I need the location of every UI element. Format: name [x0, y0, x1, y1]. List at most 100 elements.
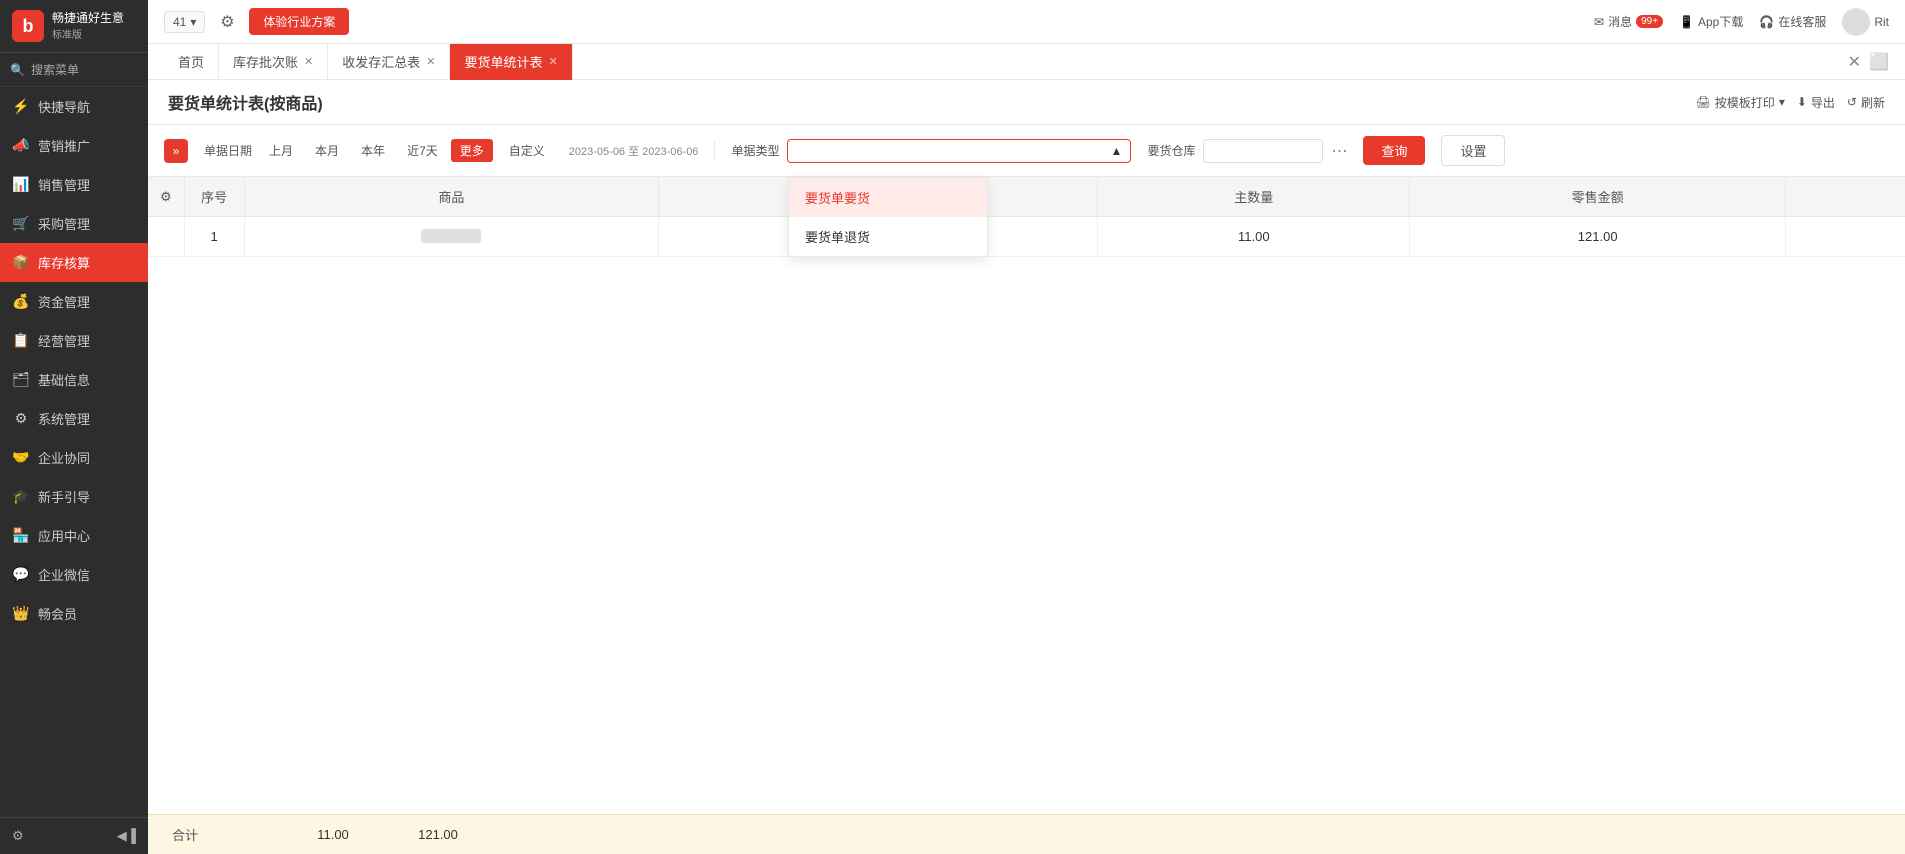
- sidebar-item-sales[interactable]: 📊 销售管理: [0, 165, 148, 204]
- col-settings[interactable]: ⚙: [148, 177, 184, 217]
- basic-icon: 🗂: [12, 371, 30, 388]
- refresh-button[interactable]: ↺ 刷新: [1847, 94, 1885, 111]
- app-download-button[interactable]: 📱 App下载: [1679, 13, 1743, 30]
- sidebar-item-member[interactable]: 👑 畅会员: [0, 594, 148, 633]
- print-button[interactable]: 🖨 按模板打印 ▾: [1696, 94, 1785, 111]
- sidebar-item-system[interactable]: ⚙ 系统管理: [0, 399, 148, 438]
- date-filter-group: 单据日期 上月 本月 本年 近7天 更多 自定义 2023-05-06 至 20…: [204, 139, 698, 162]
- purchase-icon: 🛒: [12, 215, 30, 232]
- industry-button[interactable]: 体验行业方案: [249, 8, 349, 35]
- filter-expand-button[interactable]: »: [164, 139, 188, 163]
- dropdown-item-order-goods[interactable]: 要货单要货: [789, 178, 987, 217]
- tab-order-summary-close[interactable]: ✕: [549, 55, 558, 68]
- date-quick-buttons: 上月 本月 本年 近7天 更多: [260, 139, 493, 162]
- member-icon: 👑: [12, 605, 30, 622]
- sidebar: b 畅捷通好生意 标准版 🔍 搜索菜单 ⚡ 快捷导航 📣 营销推广 📊 销售管理…: [0, 0, 148, 854]
- print-label: 按模板打印: [1715, 94, 1775, 111]
- footer-label: 合计: [160, 825, 258, 844]
- sidebar-item-inventory[interactable]: 📦 库存核算: [0, 243, 148, 282]
- page-header: 要货单统计表(按商品) 🖨 按模板打印 ▾ ⬇ 导出 ↺ 刷新: [148, 80, 1905, 125]
- row-settings-cell: [148, 217, 184, 257]
- tab-receivable-summary[interactable]: 收发存汇总表 ✕: [328, 44, 450, 80]
- sidebar-item-enterprise[interactable]: 🤝 企业协同: [0, 438, 148, 477]
- date-last-month-btn[interactable]: 上月: [260, 139, 302, 162]
- tab-receivable-summary-close[interactable]: ✕: [426, 55, 435, 68]
- sidebar-item-label: 系统管理: [38, 409, 90, 428]
- search-icon: 🔍: [10, 63, 25, 77]
- quick-nav-icon: ⚡: [12, 98, 30, 115]
- sidebar-item-label: 应用中心: [38, 526, 90, 545]
- sidebar-item-finance[interactable]: 💰 资金管理: [0, 282, 148, 321]
- tab-order-summary[interactable]: 要货单统计表 ✕: [450, 44, 572, 80]
- query-button[interactable]: 查询: [1363, 136, 1425, 165]
- date-custom-button[interactable]: 自定义: [501, 140, 553, 161]
- sidebar-item-guide[interactable]: 🎓 新手引导: [0, 477, 148, 516]
- date-last-7days-btn[interactable]: 近7天: [398, 139, 447, 162]
- more-filters-button[interactable]: ⋯: [1331, 141, 1347, 161]
- app-version: 标准版: [52, 26, 124, 41]
- tab-home[interactable]: 首页: [164, 44, 219, 80]
- type-select[interactable]: ▲: [787, 139, 1131, 163]
- sidebar-item-appstore[interactable]: 🏪 应用中心: [0, 516, 148, 555]
- sidebar-item-operations[interactable]: 📋 经营管理: [0, 321, 148, 360]
- sidebar-search[interactable]: 🔍 搜索菜单: [0, 53, 148, 87]
- messages-badge: 99+: [1636, 15, 1663, 28]
- operations-icon: 📋: [12, 332, 30, 349]
- tab-inventory-batch[interactable]: 库存批次账 ✕: [219, 44, 328, 80]
- dropdown-item-order-return[interactable]: 要货单退货: [789, 217, 987, 256]
- row-index-cell: 1: [184, 217, 244, 257]
- warehouse-input[interactable]: [1203, 139, 1323, 163]
- collapse-button[interactable]: ◀▐: [117, 828, 136, 844]
- user-name: Rit: [1874, 15, 1889, 29]
- sidebar-item-label: 营销推广: [38, 136, 90, 155]
- tab-inventory-batch-close[interactable]: ✕: [304, 55, 313, 68]
- enterprise-icon: 🤝: [12, 449, 30, 466]
- page-title: 要货单统计表(按商品): [168, 90, 323, 114]
- col-extra: [1785, 177, 1905, 217]
- online-service-button[interactable]: 🎧 在线客服: [1759, 13, 1826, 30]
- export-button[interactable]: ⬇ 导出: [1797, 94, 1835, 111]
- top-bar-left: 41 ▾ ⚙ 体验行业方案: [164, 8, 1582, 36]
- export-label: 导出: [1811, 94, 1835, 111]
- gear-icon: ⚙: [220, 12, 234, 32]
- top-bar-right: ✉ 消息 99+ 📱 App下载 🎧 在线客服 Rit: [1594, 8, 1889, 36]
- sidebar-item-label: 库存核算: [38, 253, 90, 272]
- tab-receivable-summary-label: 收发存汇总表: [342, 52, 420, 71]
- tab-close-all-icon[interactable]: ✕: [1848, 52, 1861, 72]
- tab-maximize-icon[interactable]: ⬜: [1869, 52, 1889, 72]
- company-selector[interactable]: 41 ▾: [164, 11, 205, 33]
- row-goods-cell: [244, 217, 659, 257]
- chevron-up-icon: ▲: [1111, 144, 1123, 158]
- date-filter-label: 单据日期: [204, 142, 252, 159]
- wechat-icon: 💬: [12, 566, 30, 583]
- refresh-label: 刷新: [1861, 94, 1885, 111]
- filter-settings-button[interactable]: 设置: [1441, 135, 1505, 166]
- table-row: 1 块 11.00 121.00: [148, 217, 1905, 257]
- appstore-icon: 🏪: [12, 527, 30, 544]
- date-range-text: 2023-05-06 至 2023-06-06: [569, 143, 699, 159]
- top-bar: 41 ▾ ⚙ 体验行业方案 ✉ 消息 99+ 📱 App下载 🎧 在线客服: [148, 0, 1905, 44]
- messages-button[interactable]: ✉ 消息 99+: [1594, 13, 1663, 30]
- warehouse-filter-group: 要货仓库 ⋯: [1147, 139, 1347, 163]
- col-quantity: 主数量: [1098, 177, 1410, 217]
- user-profile[interactable]: Rit: [1842, 8, 1889, 36]
- row-quantity-cell: 11.00: [1098, 217, 1410, 257]
- date-this-month-btn[interactable]: 本月: [306, 139, 348, 162]
- app-download-label: App下载: [1698, 13, 1743, 30]
- sidebar-item-label: 企业微信: [38, 565, 90, 584]
- phone-icon: 📱: [1679, 15, 1694, 29]
- date-this-year-btn[interactable]: 本年: [352, 139, 394, 162]
- type-filter-label: 单据类型: [731, 142, 779, 159]
- app-logo: b 畅捷通好生意 标准版: [0, 0, 148, 53]
- chevron-down-icon: ▾: [1779, 95, 1785, 109]
- sidebar-item-purchase[interactable]: 🛒 采购管理: [0, 204, 148, 243]
- date-more-btn[interactable]: 更多: [451, 139, 493, 162]
- top-gear-button[interactable]: ⚙: [213, 8, 241, 36]
- sidebar-item-quick-nav[interactable]: ⚡ 快捷导航: [0, 87, 148, 126]
- sidebar-item-wechat[interactable]: 💬 企业微信: [0, 555, 148, 594]
- sidebar-nav: ⚡ 快捷导航 📣 营销推广 📊 销售管理 🛒 采购管理 📦 库存核算 💰 资金管…: [0, 87, 148, 817]
- page-container: 要货单统计表(按商品) 🖨 按模板打印 ▾ ⬇ 导出 ↺ 刷新: [148, 80, 1905, 854]
- sidebar-item-marketing[interactable]: 📣 营销推广: [0, 126, 148, 165]
- sidebar-item-basic[interactable]: 🗂 基础信息: [0, 360, 148, 399]
- settings-icon[interactable]: ⚙: [12, 828, 24, 844]
